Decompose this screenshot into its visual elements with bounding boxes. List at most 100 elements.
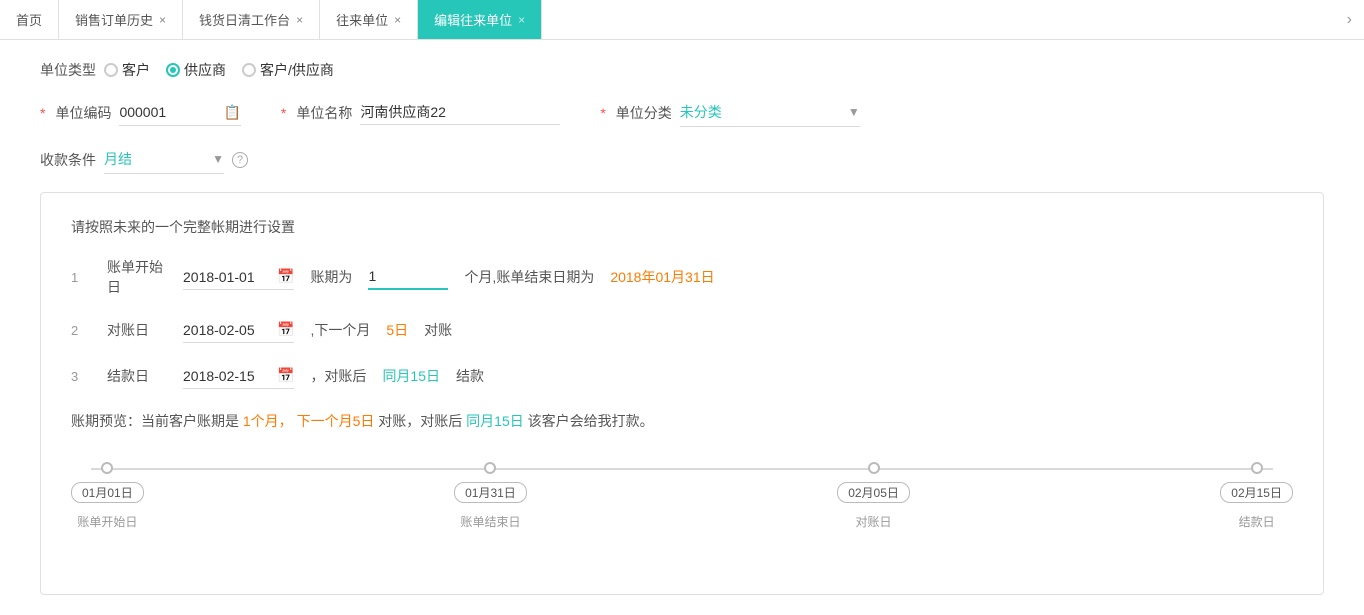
timeline-badge-3: 02月05日 — [837, 482, 910, 503]
unit-info-row: * 单位编码 📋 * 单位名称 * 单位分类 未分类 ▼ — [40, 98, 1324, 127]
period-row-3-desc-before: ，对账后 — [310, 366, 366, 386]
radio-supplier-label: 供应商 — [184, 60, 226, 80]
radio-customer[interactable]: 客户 — [104, 60, 150, 80]
payment-terms-help-icon[interactable]: ? — [232, 152, 248, 168]
preview-part4: 同月15日 — [466, 413, 524, 429]
period-row-2-highlight: 5日 — [386, 320, 408, 340]
page-content: 单位类型 客户 供应商 客户/供应商 * 单位编码 — [0, 40, 1364, 615]
tab-sales-history-close[interactable]: × — [159, 13, 166, 27]
period-row-1-desc-after: 个月,账单结束日期为 — [464, 267, 594, 287]
tab-partner-units-label: 往来单位 — [336, 10, 388, 29]
tab-sales-history[interactable]: 销售订单历史 × — [59, 0, 183, 39]
period-card: 请按照未来的一个完整帐期进行设置 1 账单开始日 📅 账期为 个月,账单结束日期… — [40, 192, 1324, 595]
unit-type-group: 单位类型 客户 供应商 客户/供应商 — [40, 60, 334, 80]
timeline-node-3: 02月05日 对账日 — [837, 462, 910, 530]
payment-terms-group: 收款条件 月结 ▼ ? — [40, 145, 248, 174]
period-row-3: 3 结款日 📅 ，对账后 同月15日 结款 — [71, 363, 1293, 389]
period-row-1-date-input[interactable] — [183, 269, 273, 285]
period-row-2-date-input[interactable] — [183, 322, 273, 338]
timeline: 01月01日 账单开始日 01月31日 账单结束日 02月05日 对账日 02月… — [71, 462, 1293, 570]
timeline-node-1: 01月01日 账单开始日 — [71, 462, 144, 530]
period-row-2-date-wrap: 📅 — [183, 317, 294, 343]
unit-category-group: * 单位分类 未分类 ▼ — [600, 98, 859, 127]
radio-customer-circle — [104, 63, 118, 77]
period-row-1-date-wrap: 📅 — [183, 264, 294, 290]
unit-code-copy-icon[interactable]: 📋 — [223, 104, 240, 121]
period-row-1-end-date: 2018年01月31日 — [610, 267, 714, 287]
tab-expand-btn[interactable]: › — [1335, 0, 1364, 39]
timeline-dot-3 — [868, 462, 880, 474]
tab-edit-partner[interactable]: 编辑往来单位 × — [418, 0, 542, 39]
period-row-3-date-wrap: 📅 — [183, 363, 294, 389]
preview-part1: 1个月， — [243, 413, 293, 429]
radio-both-label: 客户/供应商 — [260, 60, 334, 80]
tab-partner-units[interactable]: 往来单位 × — [320, 0, 418, 39]
timeline-dot-1 — [101, 462, 113, 474]
period-row-3-highlight: 同月15日 — [382, 366, 440, 386]
period-row-2-desc-after: 对账 — [424, 320, 452, 340]
timeline-badge-4: 02月15日 — [1220, 482, 1293, 503]
preview-part2: 下一个月5日 — [297, 413, 375, 429]
unit-category-value: 未分类 — [680, 102, 844, 122]
period-row-2-calendar-icon[interactable]: 📅 — [277, 321, 294, 338]
period-row-1: 1 账单开始日 📅 账期为 个月,账单结束日期为 2018年01月31日 — [71, 257, 1293, 297]
payment-terms-select[interactable]: 月结 ▼ — [104, 145, 224, 174]
timeline-badge-1: 01月01日 — [71, 482, 144, 503]
period-row-2-desc-before: ,下一个月 — [310, 320, 370, 340]
period-row-3-date-input[interactable] — [183, 368, 273, 384]
preview-part5: 该客户会给我打款。 — [528, 413, 654, 429]
period-row-1-desc-before: 账期为 — [310, 267, 352, 287]
preview-text: 账期预览：当前客户账期是 1个月， 下一个月5日 对账，对账后 同月15日 该客… — [71, 409, 1293, 434]
unit-type-radios: 客户 供应商 客户/供应商 — [104, 60, 334, 80]
period-row-1-months-input[interactable] — [368, 264, 448, 290]
period-row-2-label: 对账日 — [107, 320, 167, 340]
unit-category-arrow-icon: ▼ — [848, 105, 860, 119]
tab-partner-units-close[interactable]: × — [394, 13, 401, 27]
tab-home-label: 首页 — [16, 10, 42, 29]
unit-name-input[interactable] — [360, 100, 560, 125]
timeline-label-1: 账单开始日 — [77, 513, 137, 530]
timeline-label-2: 账单结束日 — [460, 513, 520, 530]
period-row-1-label: 账单开始日 — [107, 257, 167, 297]
tab-bar: 首页 销售订单历史 × 钱货日清工作台 × 往来单位 × 编辑往来单位 × › — [0, 0, 1364, 40]
period-row-3-calendar-icon[interactable]: 📅 — [277, 367, 294, 384]
unit-code-input-wrap: 📋 — [119, 100, 240, 126]
period-hint: 请按照未来的一个完整帐期进行设置 — [71, 217, 1293, 237]
payment-terms-arrow-icon: ▼ — [212, 152, 224, 166]
period-row-2: 2 对账日 📅 ,下一个月 5日 对账 — [71, 317, 1293, 343]
unit-category-star: * — [600, 105, 605, 121]
timeline-node-2: 01月31日 账单结束日 — [454, 462, 527, 530]
payment-terms-label: 收款条件 — [40, 150, 96, 170]
timeline-badge-2: 01月31日 — [454, 482, 527, 503]
period-row-3-label: 结款日 — [107, 366, 167, 386]
payment-terms-value: 月结 — [104, 149, 208, 169]
period-row-1-calendar-icon[interactable]: 📅 — [277, 268, 294, 285]
radio-both[interactable]: 客户/供应商 — [242, 60, 334, 80]
period-row-3-num: 3 — [71, 369, 91, 384]
unit-code-star: * — [40, 105, 45, 121]
unit-category-select[interactable]: 未分类 ▼ — [680, 98, 860, 127]
radio-supplier-circle — [166, 63, 180, 77]
unit-name-group: * 单位名称 — [281, 100, 560, 125]
tab-edit-partner-label: 编辑往来单位 — [434, 10, 512, 29]
radio-customer-label: 客户 — [122, 60, 150, 80]
tab-edit-partner-close[interactable]: × — [518, 13, 525, 27]
payment-terms-row: 收款条件 月结 ▼ ? — [40, 145, 1324, 174]
tab-cash-workbench-close[interactable]: × — [296, 13, 303, 27]
unit-code-input[interactable] — [119, 104, 219, 120]
timeline-dot-2 — [484, 462, 496, 474]
unit-code-group: * 单位编码 📋 — [40, 100, 241, 126]
radio-both-circle — [242, 63, 256, 77]
unit-name-star: * — [281, 105, 286, 121]
timeline-label-3: 对账日 — [856, 513, 892, 530]
radio-supplier[interactable]: 供应商 — [166, 60, 226, 80]
unit-type-label: 单位类型 — [40, 60, 96, 80]
timeline-nodes: 01月01日 账单开始日 01月31日 账单结束日 02月05日 对账日 02月… — [71, 462, 1293, 530]
period-row-1-num: 1 — [71, 270, 91, 285]
tab-cash-workbench[interactable]: 钱货日清工作台 × — [183, 0, 320, 39]
timeline-node-4: 02月15日 结款日 — [1220, 462, 1293, 530]
tab-home[interactable]: 首页 — [0, 0, 59, 39]
timeline-label-4: 结款日 — [1239, 513, 1275, 530]
unit-category-label: 单位分类 — [616, 103, 672, 123]
period-row-2-num: 2 — [71, 323, 91, 338]
